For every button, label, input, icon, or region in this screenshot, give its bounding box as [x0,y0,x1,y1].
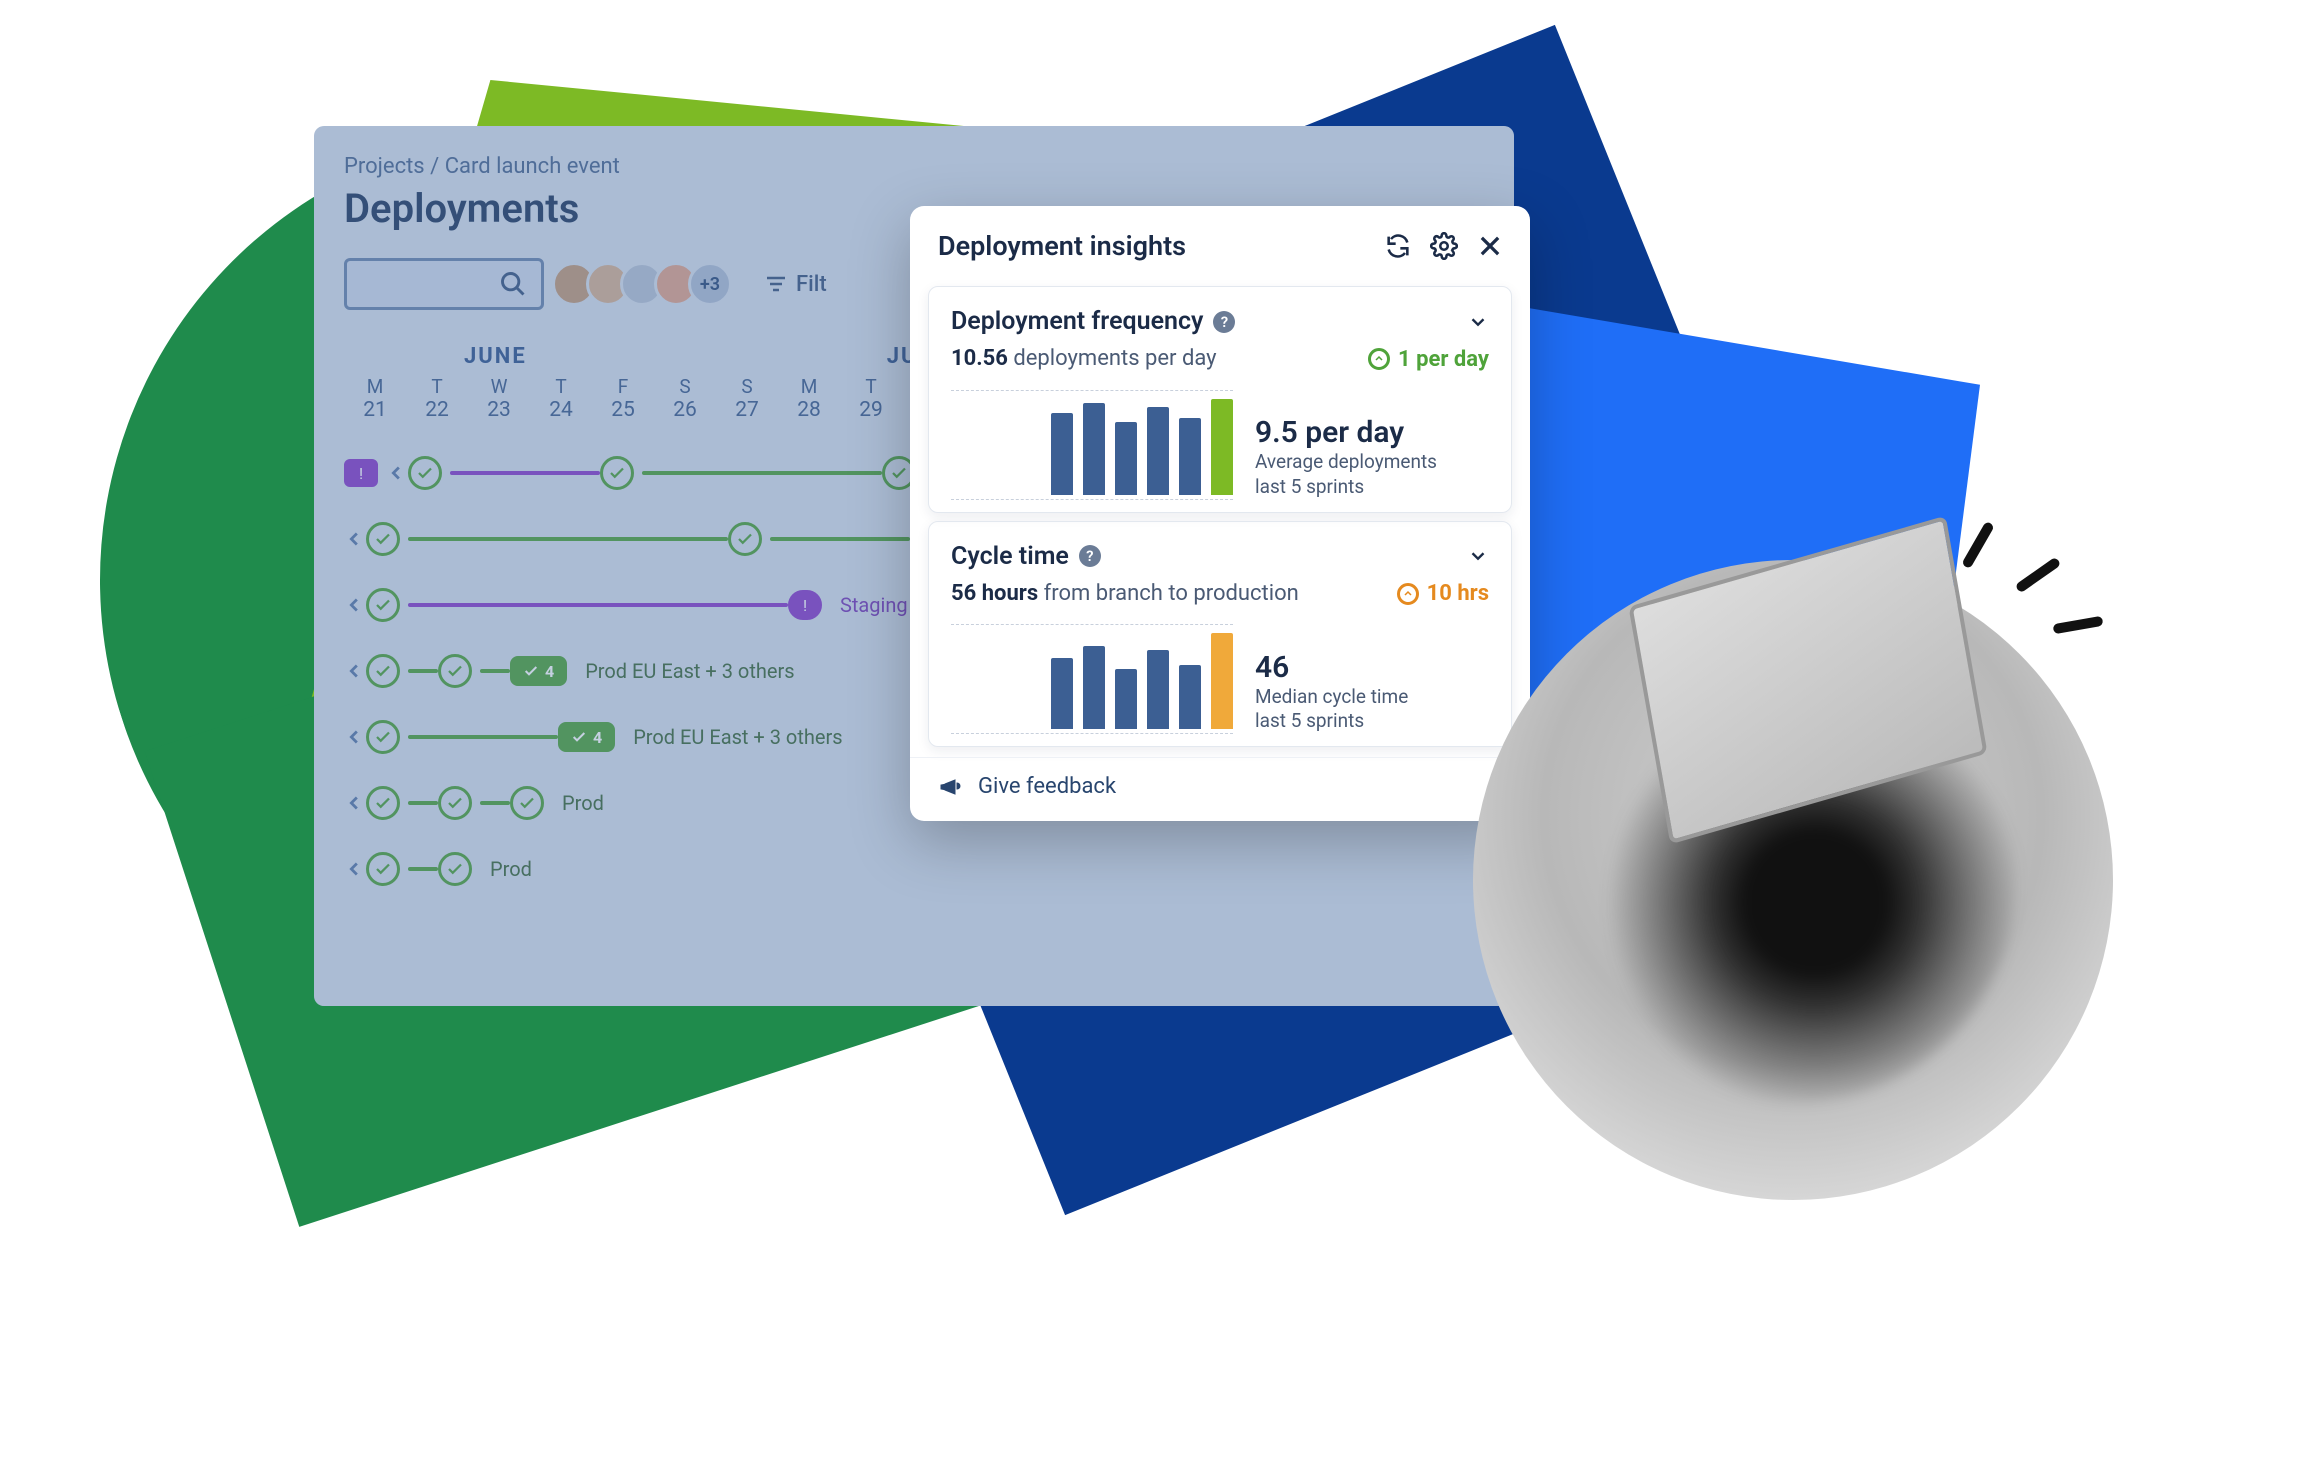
bar-chart [951,390,1233,500]
insights-title: Deployment insights [938,230,1186,262]
check-icon [438,852,472,886]
check-icon [366,852,400,886]
delta-indicator: 1 per day [1368,347,1489,372]
avatar-stack[interactable]: +3 [562,262,732,306]
row-label: Prod EU East + 3 others [633,725,842,749]
check-icon [438,654,472,688]
chevron-down-icon[interactable] [1467,311,1489,333]
row-label: Prod [490,857,532,881]
insight-card-deployment-frequency[interactable]: Deployment frequency ? 10.56 deployments… [928,286,1512,513]
card-title: Deployment frequency [951,307,1203,336]
warning-icon: ! [344,459,378,487]
refresh-icon[interactable] [1384,232,1412,260]
bar-chart [951,624,1233,734]
filter-icon [764,272,788,296]
give-feedback-button[interactable]: Give feedback [910,757,1530,807]
check-icon [728,522,762,556]
chevron-down-icon[interactable] [1467,545,1489,567]
check-icon [600,456,634,490]
chevron-left-icon [344,528,366,550]
chevron-left-icon [344,858,366,880]
megaphone-icon [938,775,962,799]
check-icon [366,588,400,622]
filter-button[interactable]: Filt [750,258,841,310]
breadcrumb[interactable]: Projects / Card launch event [344,154,1484,179]
check-icon [408,456,442,490]
chevron-left-icon [344,660,366,682]
check-icon [366,786,400,820]
check-icon [438,786,472,820]
filter-label: Filt [796,272,827,297]
check-icon [366,522,400,556]
avatar-more[interactable]: +3 [688,262,732,306]
warning-icon: ! [788,590,822,620]
help-icon[interactable]: ? [1213,311,1235,333]
row-label: Prod EU East + 3 others [585,659,794,683]
search-icon [499,270,527,298]
timeline-row[interactable]: Prod [344,836,1484,902]
row-label: Staging [840,593,908,617]
insight-card-cycle-time[interactable]: Cycle time ? 56 hours from branch to pro… [928,521,1512,748]
chevron-left-icon [344,594,366,616]
summary-value: 9.5 per day [1255,415,1489,450]
check-icon [366,654,400,688]
search-input[interactable] [344,258,544,310]
row-label: Prod [562,791,604,815]
delta-indicator: 10 hrs [1397,581,1489,606]
gear-icon[interactable] [1430,232,1458,260]
check-icon [510,786,544,820]
chevron-left-icon [344,726,366,748]
card-title: Cycle time [951,542,1069,571]
month-label: JUNE [464,344,527,369]
count-badge: 4 [510,656,567,686]
insights-popover: Deployment insights Deployment frequency… [910,206,1530,821]
help-icon[interactable]: ? [1079,545,1101,567]
close-icon[interactable] [1476,232,1504,260]
breadcrumb-current[interactable]: Card launch event [445,154,620,179]
breadcrumb-parent[interactable]: Projects [344,154,425,179]
count-badge: 4 [558,722,615,752]
chevron-left-icon [386,462,408,484]
summary-value: 46 [1255,650,1489,685]
chevron-left-icon [344,792,366,814]
check-icon [366,720,400,754]
